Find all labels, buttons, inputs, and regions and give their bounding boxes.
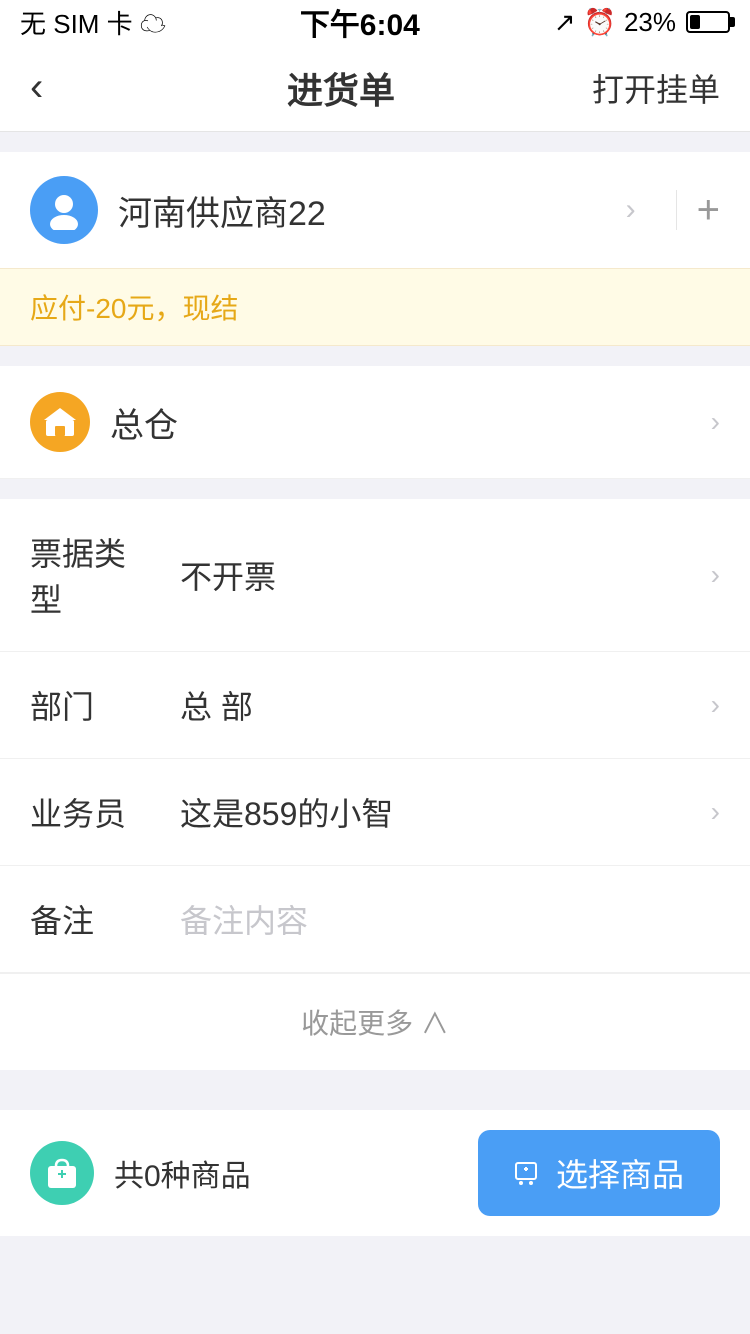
supplier-name: 河南供应商22 bbox=[118, 186, 626, 235]
page-title: 进货单 bbox=[287, 62, 395, 114]
department-value: 总 部 bbox=[150, 682, 711, 728]
warehouse-icon-wrap bbox=[30, 392, 90, 452]
remark-label: 备注 bbox=[30, 896, 150, 942]
select-goods-button[interactable]: 选择商品 bbox=[478, 1130, 720, 1216]
department-row[interactable]: 部门 总 部 › bbox=[0, 652, 750, 759]
form-section: 票据类型 不开票 › 部门 总 部 › 业务员 这是859的小智 › 备注 备注… bbox=[0, 499, 750, 1070]
status-time: 下午6:04 bbox=[300, 0, 420, 44]
department-chevron-icon: › bbox=[711, 689, 720, 721]
remark-placeholder: 备注内容 bbox=[150, 896, 720, 942]
alarm-icon: ⏰ bbox=[584, 7, 616, 38]
remark-row[interactable]: 备注 备注内容 bbox=[0, 866, 750, 973]
department-label: 部门 bbox=[30, 682, 150, 728]
warehouse-label: 总仓 bbox=[110, 398, 711, 447]
battery-percent: 23% bbox=[624, 7, 676, 38]
status-left: 无 SIM 卡 ☁ bbox=[20, 4, 166, 41]
status-bar: 无 SIM 卡 ☁ 下午6:04 ↗ ⏰ 23% bbox=[0, 0, 750, 44]
goods-count-text: 共0种商品 bbox=[114, 1151, 478, 1195]
goods-icon-wrap bbox=[30, 1141, 94, 1205]
invoice-type-label: 票据类型 bbox=[30, 529, 150, 621]
select-goods-label: 选择商品 bbox=[556, 1150, 684, 1196]
battery-icon bbox=[686, 11, 730, 33]
cart-icon bbox=[514, 1157, 546, 1189]
bottom-bar: 共0种商品 选择商品 bbox=[0, 1110, 750, 1236]
add-supplier-button[interactable]: + bbox=[697, 188, 720, 233]
vertical-divider bbox=[676, 190, 677, 230]
warehouse-icon bbox=[42, 404, 78, 440]
warehouse-row[interactable]: 总仓 › bbox=[0, 366, 750, 479]
signal-text: 无 SIM 卡 ☁ bbox=[20, 4, 166, 41]
notice-text: 应付-20元，现结 bbox=[30, 293, 238, 324]
back-button[interactable]: ‹ bbox=[30, 65, 90, 110]
salesperson-chevron-icon: › bbox=[711, 796, 720, 828]
supplier-section: 河南供应商22 › + 应付-20元，现结 bbox=[0, 152, 750, 346]
supplier-chevron-icon: › bbox=[626, 193, 636, 227]
nav-bar: ‹ 进货单 打开挂单 bbox=[0, 44, 750, 132]
open-pending-button[interactable]: 打开挂单 bbox=[592, 65, 720, 111]
section-divider-2 bbox=[0, 346, 750, 366]
status-right: ↗ ⏰ 23% bbox=[554, 7, 730, 38]
salesperson-row[interactable]: 业务员 这是859的小智 › bbox=[0, 759, 750, 866]
section-divider-3 bbox=[0, 479, 750, 499]
salesperson-label: 业务员 bbox=[30, 789, 150, 835]
location-icon: ↗ bbox=[554, 7, 576, 38]
collapse-button[interactable]: 收起更多 ∧ bbox=[301, 1002, 449, 1042]
shopping-bag-icon bbox=[43, 1154, 81, 1192]
section-divider-1 bbox=[0, 132, 750, 152]
invoice-type-value: 不开票 bbox=[150, 552, 711, 598]
supplier-avatar bbox=[30, 176, 98, 244]
notice-bar: 应付-20元，现结 bbox=[0, 268, 750, 346]
salesperson-value: 这是859的小智 bbox=[150, 789, 711, 835]
warehouse-chevron-icon: › bbox=[711, 406, 720, 438]
invoice-type-chevron-icon: › bbox=[711, 559, 720, 591]
user-icon bbox=[44, 190, 84, 230]
collapse-row[interactable]: 收起更多 ∧ bbox=[0, 973, 750, 1070]
invoice-type-row[interactable]: 票据类型 不开票 › bbox=[0, 499, 750, 652]
section-divider-4 bbox=[0, 1070, 750, 1090]
supplier-row[interactable]: 河南供应商22 › + bbox=[0, 152, 750, 268]
